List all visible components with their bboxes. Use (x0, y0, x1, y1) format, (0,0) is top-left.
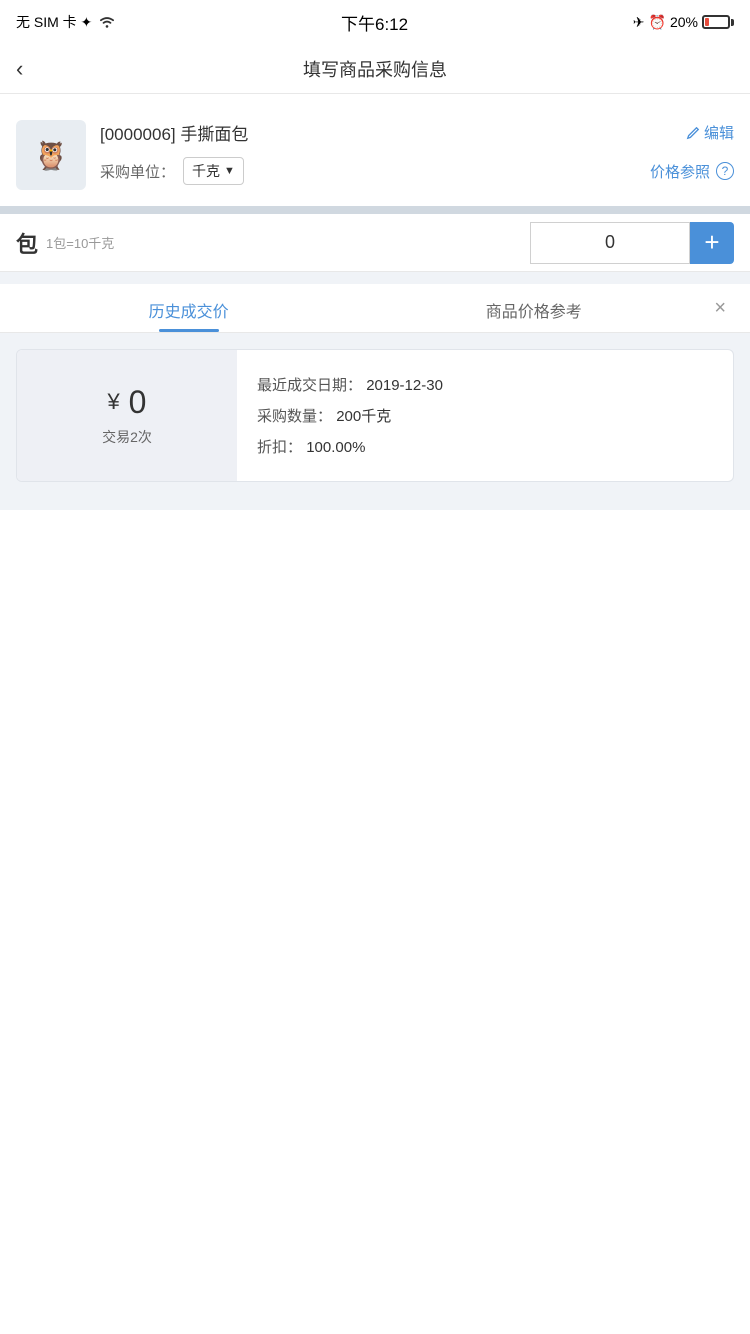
location-icon: ✈ (633, 14, 645, 31)
plus-icon: + (704, 227, 719, 258)
quantity-plus-button[interactable]: + (690, 222, 734, 264)
page-title: 填写商品采购信息 (303, 56, 447, 82)
product-id: [0000006] (100, 125, 176, 144)
transaction-qty-row: 采购数量： 200千克 (257, 405, 713, 426)
battery-icon (702, 15, 734, 29)
quantity-unit-big: 包 (16, 227, 38, 259)
back-button[interactable]: ‹ (8, 48, 31, 90)
unit-label: 采购单位： 千克 ▼ (100, 157, 244, 185)
edit-label: 编辑 (704, 122, 734, 143)
discount-value: 100.00% (306, 439, 365, 456)
alarm-icon: ⏰ (649, 14, 666, 31)
tab1-label: 历史成交价 (149, 304, 229, 321)
product-unit-row: 采购单位： 千克 ▼ 价格参照 ? (100, 157, 734, 185)
status-left: 无 SIM 卡 ✦ (16, 12, 116, 32)
quantity-unit-label: 包 1包=10千克 (16, 227, 114, 259)
quantity-controls: 0 + (530, 222, 734, 264)
chevron-down-icon: ▼ (224, 165, 235, 177)
nav-bar: ‹ 填写商品采购信息 (0, 44, 750, 94)
date-label: 最近成交日期： (257, 377, 362, 394)
unit-select[interactable]: 千克 ▼ (183, 157, 244, 185)
product-name: [0000006] 手撕面包 (100, 120, 248, 145)
tabs-header: 历史成交价 商品价格参考 × (0, 284, 750, 333)
transaction-discount-row: 折扣： 100.00% (257, 436, 713, 457)
signal-text: 无 SIM 卡 ✦ (16, 12, 92, 32)
qty-label: 采购数量： (257, 408, 332, 425)
quantity-row: 包 1包=10千克 0 + (0, 214, 750, 272)
transaction-card: ¥ 0 交易2次 最近成交日期： 2019-12-30 采购数量： 200千克 … (16, 349, 734, 482)
battery-percent: 20% (670, 14, 698, 30)
tab2-label: 商品价格参考 (486, 304, 582, 321)
product-title-row: [0000006] 手撕面包 编辑 (100, 120, 734, 145)
transaction-left: ¥ 0 交易2次 (17, 350, 237, 481)
qty-value: 200千克 (336, 408, 391, 425)
tab-history-price[interactable]: 历史成交价 (16, 284, 361, 332)
transaction-date-row: 最近成交日期： 2019-12-30 (257, 374, 713, 395)
trade-count: 交易2次 (102, 427, 152, 447)
unit-value: 千克 (192, 161, 220, 181)
edit-icon (686, 126, 700, 140)
product-logo: 🦉 (34, 139, 69, 172)
price-value: 0 (129, 384, 147, 420)
product-card: 🦉 [0000006] 手撕面包 编辑 采购单位： (0, 104, 750, 206)
status-bar: 无 SIM 卡 ✦ 下午6:12 ✈ ⏰ 20% (0, 0, 750, 44)
quantity-value: 0 (605, 232, 615, 253)
section-divider (0, 206, 750, 214)
history-content: ¥ 0 交易2次 最近成交日期： 2019-12-30 采购数量： 200千克 … (0, 333, 750, 510)
product-name-text: 手撕面包 (180, 125, 248, 144)
wifi-icon (98, 15, 116, 29)
discount-label: 折扣： (257, 439, 302, 456)
price-ref-label: 价格参照 (650, 161, 710, 182)
product-info: [0000006] 手撕面包 编辑 采购单位： 千克 ▼ (100, 120, 734, 185)
price-reference-button[interactable]: 价格参照 ? (650, 161, 734, 182)
quantity-input[interactable]: 0 (530, 222, 690, 264)
unit-label-text: 采购单位： (100, 161, 175, 182)
transaction-price: ¥ 0 (108, 384, 147, 421)
currency-symbol: ¥ (108, 389, 120, 414)
transaction-right: 最近成交日期： 2019-12-30 采购数量： 200千克 折扣： 100.0… (237, 350, 733, 481)
edit-button[interactable]: 编辑 (686, 122, 734, 143)
product-header: 🦉 [0000006] 手撕面包 编辑 采购单位： (16, 120, 734, 190)
status-time: 下午6:12 (341, 10, 408, 35)
info-icon: ? (716, 162, 734, 180)
tab-close-button[interactable]: × (706, 297, 734, 320)
quantity-unit-hint: 1包=10千克 (46, 233, 114, 252)
date-value: 2019-12-30 (366, 377, 443, 394)
status-right: ✈ ⏰ 20% (633, 14, 734, 31)
tabs-container: 历史成交价 商品价格参考 × ¥ 0 交易2次 最近成交日期： 2019-12-… (0, 272, 750, 510)
product-image: 🦉 (16, 120, 86, 190)
tab-price-reference[interactable]: 商品价格参考 (361, 284, 706, 332)
